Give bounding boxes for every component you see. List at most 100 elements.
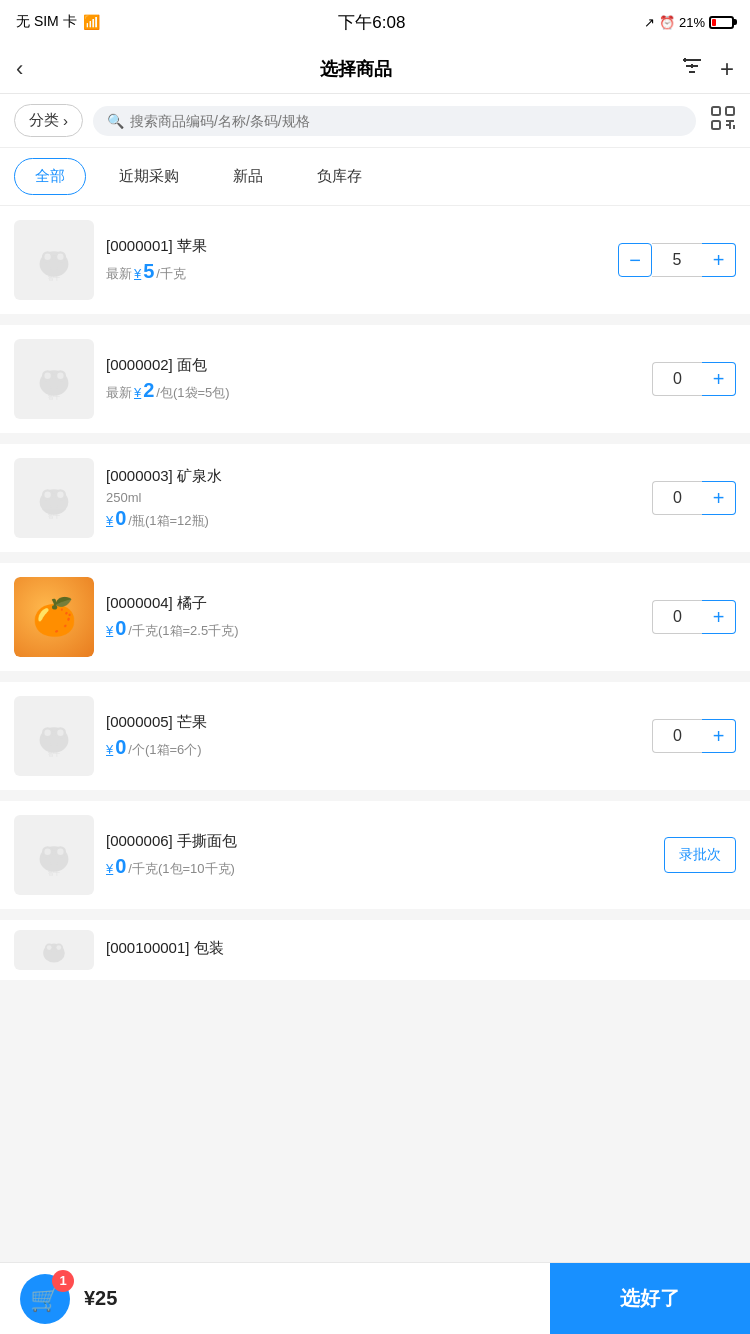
svg-point-23 [57, 373, 63, 379]
battery-icon [709, 16, 734, 29]
alarm-icon: ⏰ [659, 15, 675, 30]
product-name: [0000001] 苹果 [106, 237, 606, 256]
search-icon: 🔍 [107, 113, 124, 129]
quantity-control: − + [618, 243, 736, 277]
search-box: 🔍 [93, 106, 696, 136]
quantity-increase-button[interactable]: + [702, 243, 736, 277]
product-info: [0000001] 苹果 最新 ¥ 5 /千克 [106, 237, 606, 283]
product-name: [0000006] 手撕面包 [106, 832, 652, 851]
status-right: ↗ ⏰ 21% [644, 15, 734, 30]
tab-negative[interactable]: 负库存 [296, 158, 383, 195]
product-info: [0000002] 面包 最新 ¥ 2 /包(1袋=5包) [106, 356, 640, 402]
record-batch-button[interactable]: 录批次 [664, 837, 736, 873]
quantity-control: + [652, 600, 736, 634]
svg-text:智十: 智十 [48, 750, 60, 757]
add-icon[interactable]: + [720, 55, 734, 83]
svg-point-50 [47, 945, 52, 950]
svg-rect-5 [712, 107, 720, 115]
quantity-input[interactable] [652, 600, 702, 634]
quantity-control: + [652, 481, 736, 515]
svg-point-31 [50, 504, 58, 509]
product-item-partial: [000100001] 包装 [0, 920, 750, 980]
quantity-control: + [652, 362, 736, 396]
svg-point-17 [50, 266, 58, 271]
quantity-input[interactable] [652, 243, 702, 277]
product-name: [0000004] 橘子 [106, 594, 640, 613]
product-name: [0000002] 面包 [106, 356, 640, 375]
svg-point-29 [44, 492, 50, 498]
svg-point-30 [57, 492, 63, 498]
tab-recent[interactable]: 近期采购 [98, 158, 200, 195]
product-price: ¥ 0 /瓶(1箱=12瓶) [106, 507, 640, 530]
wifi-icon: 📶 [83, 14, 100, 30]
nav-right-actions: + [680, 54, 734, 83]
svg-point-36 [44, 730, 50, 736]
battery-percent: 21% [679, 15, 705, 30]
svg-text:智十: 智十 [48, 393, 60, 400]
product-info: [0000004] 橘子 ¥ 0 /千克(1箱=2.5千克) [106, 594, 640, 640]
quantity-input[interactable] [652, 719, 702, 753]
quantity-increase-button[interactable]: + [702, 719, 736, 753]
svg-rect-7 [712, 121, 720, 129]
svg-point-45 [50, 861, 58, 866]
product-name: [0000003] 矿泉水 [106, 467, 640, 486]
product-image: 智十 [14, 696, 94, 776]
product-info: [0000003] 矿泉水 250ml ¥ 0 /瓶(1箱=12瓶) [106, 467, 640, 530]
category-button[interactable]: 分类 › [14, 104, 83, 137]
quantity-input[interactable] [652, 362, 702, 396]
tabs-bar: 全部 近期采购 新品 负库存 [0, 148, 750, 206]
quantity-increase-button[interactable]: + [702, 362, 736, 396]
status-carrier: 无 SIM 卡 📶 [16, 13, 100, 31]
svg-point-16 [57, 254, 63, 260]
tab-all[interactable]: 全部 [14, 158, 86, 195]
category-label: 分类 [29, 111, 59, 130]
nav-bar: ‹ 选择商品 + [0, 44, 750, 94]
product-price: ¥ 0 /千克(1箱=2.5千克) [106, 617, 640, 640]
svg-point-38 [50, 742, 58, 747]
svg-text:智十: 智十 [48, 512, 60, 519]
svg-rect-6 [726, 107, 734, 115]
confirm-button[interactable]: 选好了 [550, 1263, 750, 1335]
location-icon: ↗ [644, 15, 655, 30]
cart-button[interactable]: 🛒 1 [20, 1274, 70, 1324]
product-info-partial: [000100001] 包装 [106, 939, 736, 962]
cart-badge: 1 [52, 1270, 74, 1292]
product-image: 智十 [14, 815, 94, 895]
quantity-increase-button[interactable]: + [702, 481, 736, 515]
product-image: 智十 [14, 339, 94, 419]
product-item: 智十 [0000005] 芒果 ¥ 0 /个(1箱=6个) + [0, 682, 750, 790]
product-price: 最新 ¥ 2 /包(1袋=5包) [106, 379, 640, 402]
svg-text:智十: 智十 [48, 869, 60, 876]
product-item: 智十 [0000006] 手撕面包 ¥ 0 /千克(1包=10千克) 录批次 [0, 801, 750, 909]
filter-icon[interactable] [680, 54, 704, 83]
svg-point-44 [57, 849, 63, 855]
filter-bar: 分类 › 🔍 [0, 94, 750, 148]
product-item: 智十 [0000001] 苹果 最新 ¥ 5 /千克 − + [0, 206, 750, 314]
product-image: 智十 [14, 458, 94, 538]
status-time: 下午6:08 [338, 11, 405, 34]
svg-point-24 [50, 385, 58, 390]
svg-point-51 [56, 945, 61, 950]
status-bar: 无 SIM 卡 📶 下午6:08 ↗ ⏰ 21% [0, 0, 750, 44]
svg-text:智十: 智十 [48, 274, 60, 281]
quantity-increase-button[interactable]: + [702, 600, 736, 634]
quantity-decrease-button[interactable]: − [618, 243, 652, 277]
svg-point-43 [44, 849, 50, 855]
search-input[interactable] [130, 113, 682, 129]
quantity-control: + [652, 719, 736, 753]
tab-new[interactable]: 新品 [212, 158, 284, 195]
product-image: 智十 [14, 220, 94, 300]
product-item: 智十 [0000002] 面包 最新 ¥ 2 /包(1袋=5包) + [0, 325, 750, 433]
product-info: [0000006] 手撕面包 ¥ 0 /千克(1包=10千克) [106, 832, 652, 878]
back-button[interactable]: ‹ [8, 48, 31, 90]
cart-section: 🛒 1 ¥25 [0, 1274, 550, 1324]
product-price: 最新 ¥ 5 /千克 [106, 260, 606, 283]
product-price: ¥ 0 /个(1箱=6个) [106, 736, 640, 759]
scan-icon[interactable] [710, 105, 736, 137]
product-image-orange: 🍊 [14, 577, 94, 657]
cart-total: ¥25 [84, 1287, 117, 1310]
product-item: 🍊 [0000004] 橘子 ¥ 0 /千克(1箱=2.5千克) + [0, 563, 750, 671]
category-chevron-icon: › [63, 112, 68, 129]
product-name-partial: [000100001] 包装 [106, 939, 736, 958]
quantity-input[interactable] [652, 481, 702, 515]
